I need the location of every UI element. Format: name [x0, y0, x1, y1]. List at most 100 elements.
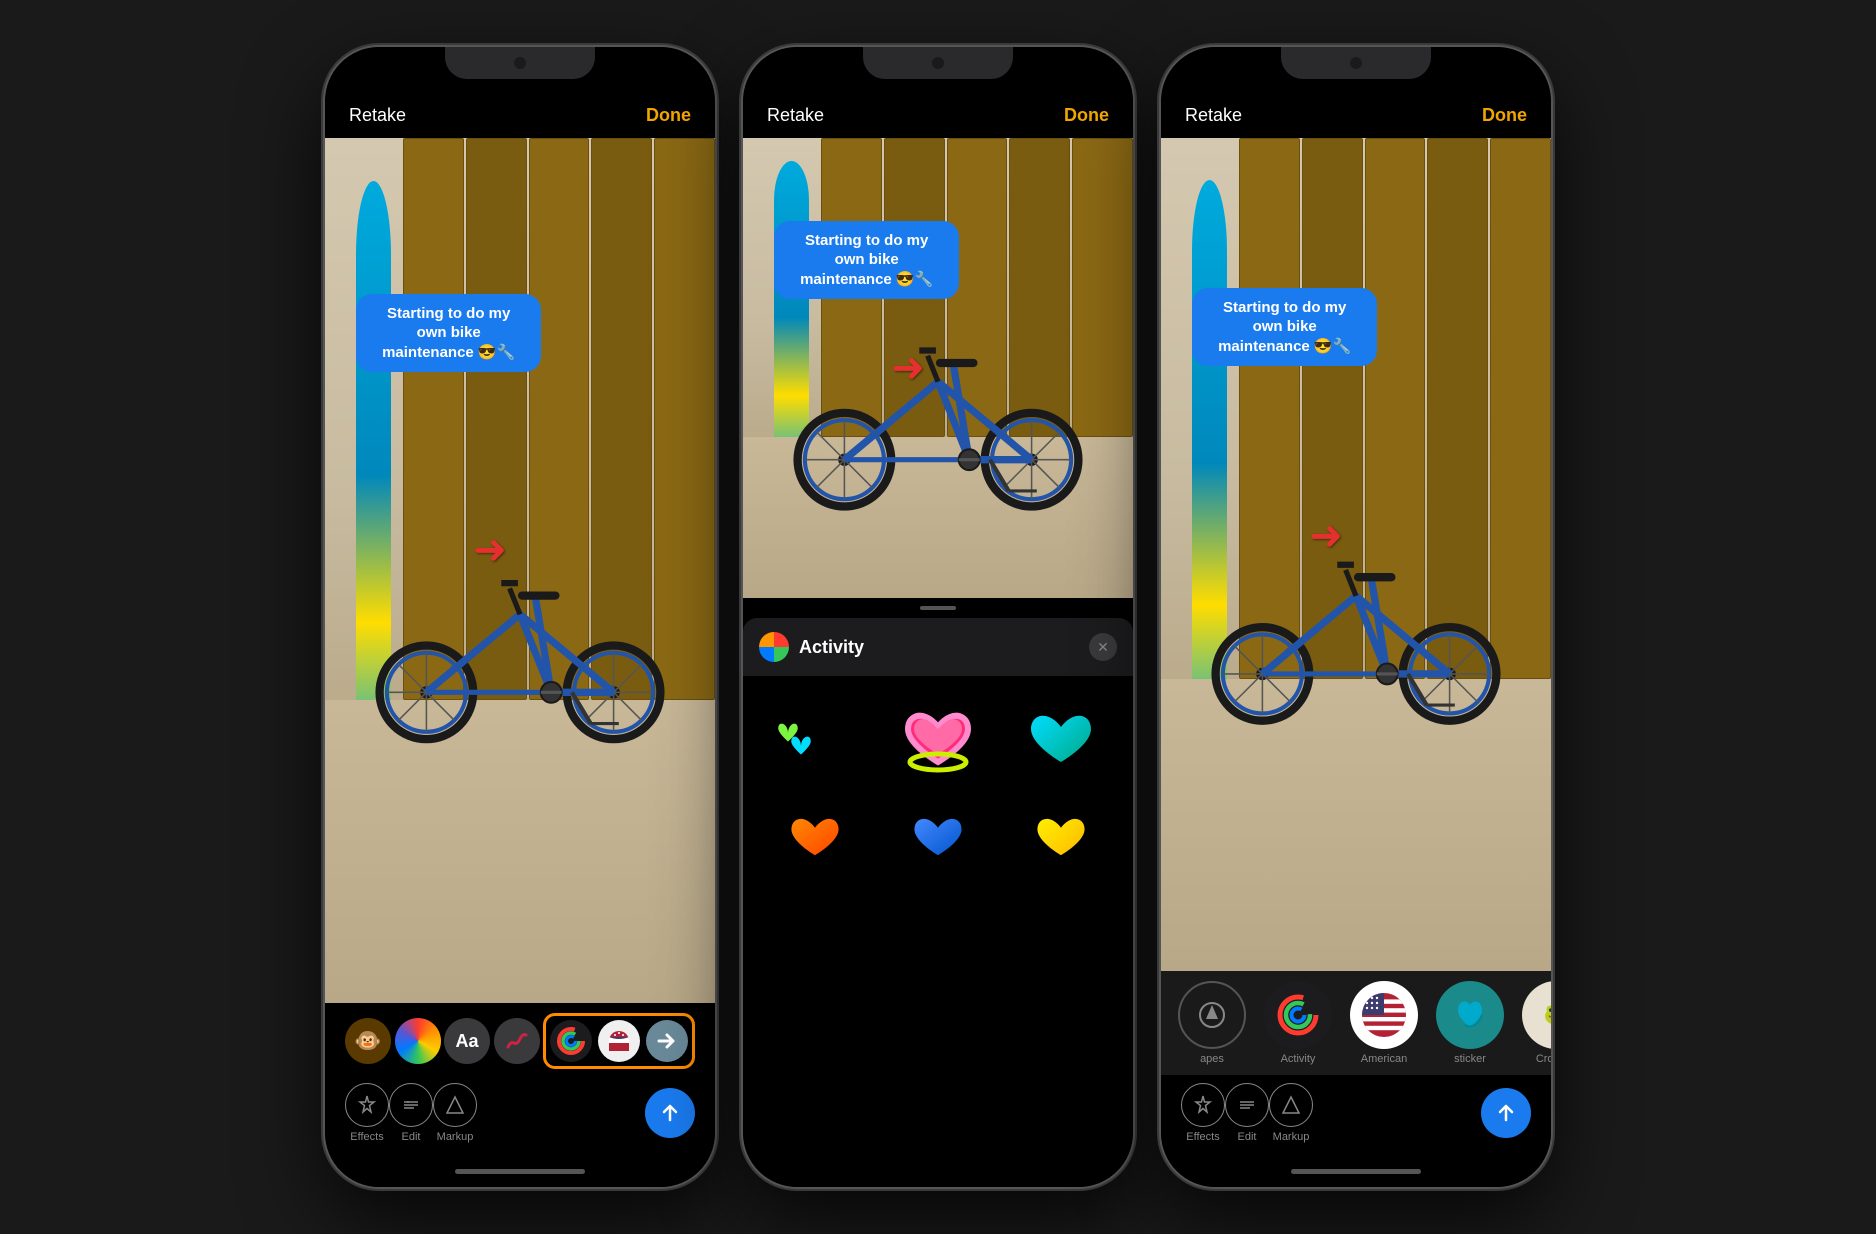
monkey-icon[interactable]: 🐵 [345, 1018, 391, 1064]
markup-icon-svg [444, 1094, 466, 1116]
strip-item-shapes[interactable]: apes [1177, 981, 1247, 1065]
bubble-text-2: Starting to do my own bike maintenance 😎… [788, 231, 945, 290]
pen-icon[interactable] [494, 1018, 540, 1064]
color-wheel-icon[interactable] [395, 1018, 441, 1064]
home-bar-1 [455, 1169, 585, 1174]
strip-item-crossy[interactable]: 🐸 Crossy I [1521, 981, 1551, 1065]
shapes-icon-svg [1196, 999, 1228, 1031]
sticker-grid [743, 676, 1133, 890]
edit-button-3[interactable]: Edit [1225, 1083, 1269, 1143]
bubble-text-1: Starting to do my own bike maintenance 😎… [370, 304, 527, 363]
status-bar-1 [325, 47, 715, 97]
sticker-svg-2 [898, 707, 978, 777]
status-bar-3 [1161, 47, 1551, 97]
retake-button-3[interactable]: Retake [1185, 105, 1242, 126]
text-icon[interactable]: Aa [444, 1018, 490, 1064]
bike-svg-1 [364, 354, 676, 916]
effects-icon-svg [356, 1094, 378, 1116]
crossy-icon-svg: 🐸 [1534, 993, 1551, 1037]
strip-item-sticker[interactable]: sticker [1435, 981, 1505, 1065]
send-button-3[interactable] [1481, 1088, 1531, 1138]
sticker-svg-1 [775, 707, 855, 777]
bike-scene-2: ➜ Starting to do my own bike maintenance… [743, 138, 1133, 598]
sticker-svg-4 [775, 812, 855, 867]
activity-picker-close[interactable]: ✕ [1089, 633, 1117, 661]
image-area-2: ➜ Starting to do my own bike maintenance… [743, 138, 1133, 598]
phone-2-screen: Retake Done [743, 47, 1133, 1187]
american-flag-svg [1360, 991, 1408, 1039]
done-button-2[interactable]: Done [1064, 105, 1109, 126]
strip-item-activity[interactable]: Activity [1263, 981, 1333, 1065]
phone-3: Retake Done [1161, 47, 1551, 1187]
phones-container: Retake Done [325, 47, 1551, 1187]
send-button-1[interactable] [645, 1088, 695, 1138]
text-bubble-1: Starting to do my own bike maintenance 😎… [356, 294, 541, 373]
sticker-strip-3: apes Activity [1161, 971, 1551, 1075]
crossy-strip-icon: 🐸 [1522, 981, 1551, 1049]
phone-3-screen: Retake Done [1161, 47, 1551, 1187]
nav-bar-2: Retake Done [743, 97, 1133, 138]
activity-strip-icon [1264, 981, 1332, 1049]
phone-2: Retake Done [743, 47, 1133, 1187]
arrow-sticker-icon[interactable] [646, 1020, 688, 1062]
arrow-sticker-2: ➜ [891, 345, 925, 391]
strip-item-american[interactable]: American [1349, 981, 1419, 1065]
done-button-1[interactable]: Done [646, 105, 691, 126]
american-strip-label: American [1361, 1053, 1407, 1065]
activity-picker-title: Activity [799, 637, 864, 658]
svg-text:🐸: 🐸 [1544, 1004, 1551, 1026]
bike-scene-3: ➜ Starting to do my own bike maintenance… [1161, 138, 1551, 971]
done-button-3[interactable]: Done [1482, 105, 1527, 126]
effects-icon-circle [345, 1083, 389, 1127]
arrow-sticker-1: ➜ [473, 527, 507, 573]
send-icon-3 [1495, 1102, 1517, 1124]
american-strip-icon [1350, 981, 1418, 1049]
toolbar-bottom-1: Effects Edit [325, 1075, 715, 1155]
markup-button-1[interactable]: Markup [433, 1083, 477, 1143]
flag-svg [605, 1027, 633, 1055]
text-bubble-3: Starting to do my own bike maintenance 😎… [1192, 288, 1377, 367]
retake-button-2[interactable]: Retake [767, 105, 824, 126]
crossy-strip-label: Crossy I [1536, 1053, 1551, 1065]
retake-button-1[interactable]: Retake [349, 105, 406, 126]
sticker-item-2[interactable] [882, 692, 993, 792]
toolbar-bottom-3: Effects Edit [1161, 1075, 1551, 1155]
text-label: Aa [455, 1031, 478, 1052]
effects-button-1[interactable]: Effects [345, 1083, 389, 1143]
drag-indicator [743, 598, 1133, 618]
edit-button-1[interactable]: Edit [389, 1083, 433, 1143]
home-indicator-1 [325, 1155, 715, 1187]
markup-label-3: Markup [1273, 1131, 1310, 1143]
bubble-text-3: Starting to do my own bike maintenance 😎… [1206, 298, 1363, 357]
edit-label-3: Edit [1238, 1131, 1257, 1143]
markup-icon-svg-3 [1280, 1094, 1302, 1116]
sticker-item-5[interactable] [882, 804, 993, 874]
nav-bar-1: Retake Done [325, 97, 715, 138]
effects-button-3[interactable]: Effects [1181, 1083, 1225, 1143]
sticker-item-1[interactable] [759, 692, 870, 792]
activity-title-row: Activity [759, 632, 864, 662]
sticker-svg-6 [1021, 812, 1101, 867]
home-bar-3 [1291, 1169, 1421, 1174]
markup-icon-circle-3 [1269, 1083, 1313, 1127]
monkey-emoji: 🐵 [354, 1028, 381, 1054]
markup-label-1: Markup [437, 1131, 474, 1143]
activity-ring-svg [556, 1026, 586, 1056]
activity-picker-header: Activity ✕ [743, 618, 1133, 676]
markup-button-3[interactable]: Markup [1269, 1083, 1313, 1143]
activity-ring-icon[interactable] [550, 1020, 592, 1062]
effects-label-1: Effects [350, 1131, 383, 1143]
activity-ring-header-icon [759, 632, 789, 662]
image-area-1: ➜ Starting to do my own bike maintenance… [325, 138, 715, 1003]
image-area-3: ➜ Starting to do my own bike maintenance… [1161, 138, 1551, 971]
sticker-item-3[interactable] [1006, 692, 1117, 792]
sticker-strip-icon [1436, 981, 1504, 1049]
effects-icon-circle-3 [1181, 1083, 1225, 1127]
toolbar-area-3: Effects Edit [1161, 1075, 1551, 1187]
sticker-item-6[interactable] [1006, 804, 1117, 874]
activity-picker: Activity ✕ [743, 598, 1133, 1187]
bike-scene-1: ➜ Starting to do my own bike maintenance… [325, 138, 715, 1003]
sticker-item-4[interactable] [759, 804, 870, 874]
flag-sticker-icon[interactable] [598, 1020, 640, 1062]
text-bubble-2: Starting to do my own bike maintenance 😎… [774, 221, 959, 300]
